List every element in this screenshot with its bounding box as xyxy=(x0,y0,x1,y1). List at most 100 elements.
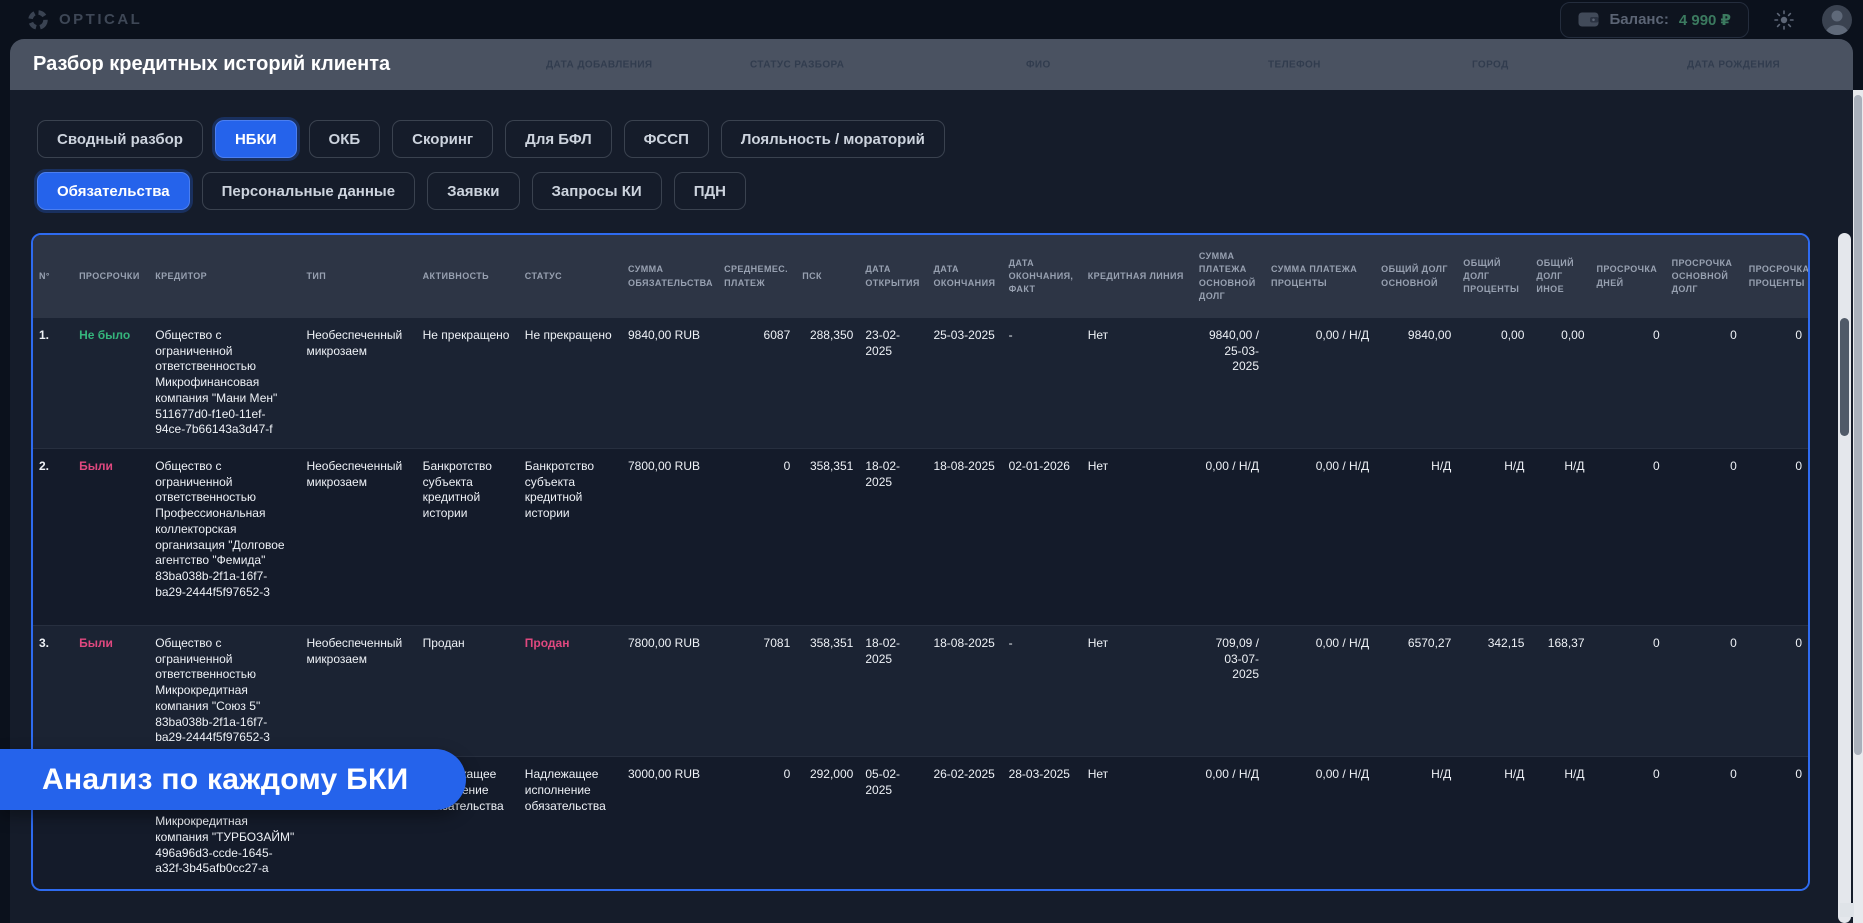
table-cell: 0 xyxy=(1590,625,1666,757)
table-cell: 05-02-2025 xyxy=(859,756,928,889)
meta-column-label: ДАТА ДОБАВЛЕНИЯ xyxy=(546,59,653,70)
tab-skoring[interactable]: Скоринг xyxy=(392,120,494,158)
table-row[interactable]: 2. Были Общество с ограниченной ответствен… xyxy=(33,448,1808,626)
wallet-icon xyxy=(1578,11,1599,28)
tab-zaprosy-ki[interactable]: Запросы КИ xyxy=(531,172,662,210)
table-row[interactable]: 1. Не было Общество с ограниченной ответст… xyxy=(33,318,1808,449)
page-scrollbar-track[interactable] xyxy=(1853,90,1863,923)
table-cell: 358,351 xyxy=(796,625,860,757)
table-cell: Н/Д xyxy=(1530,756,1591,889)
topbar-right: Баланс: 4 990 ₽ xyxy=(1560,1,1852,38)
column-header: ДАТА ОТКРЫТИЯ xyxy=(859,235,928,318)
table-cell: Необеспеченный микрозаем xyxy=(300,448,417,626)
sun-icon[interactable] xyxy=(1774,9,1794,30)
panel-scrollbar-thumb[interactable] xyxy=(1840,318,1849,436)
table-cell: Надлежащее исполнение обязательства xyxy=(518,756,622,889)
brand: OPTICAL xyxy=(27,9,142,31)
annotation-banner: Анализ по каждому БКИ xyxy=(0,749,466,810)
balance-label: Баланс: xyxy=(1609,11,1669,28)
tab-pdn[interactable]: ПДН xyxy=(673,172,747,210)
table-cell: 288,350 xyxy=(809,328,854,342)
table-cell: 9840,00 xyxy=(1407,328,1452,342)
table-cell: Н/Д xyxy=(1457,448,1531,626)
table-header-row: N° ПРОСРОЧКИ КРЕДИТОР ТИП АКТИВНОСТЬ СТАТУС СУ… xyxy=(33,235,1808,318)
table-cell: Не прекращено xyxy=(422,328,510,342)
table-cell: 0,00 / Н/Д xyxy=(1315,328,1370,342)
column-header: ПРОСРОЧКА ОСНОВНОЙ ДОЛГ xyxy=(1665,235,1743,318)
table-cell: 2. xyxy=(33,448,74,626)
table-cell: 26-02-2025 xyxy=(927,756,1003,889)
column-header: ДАТА ОКОНЧАНИЯ, ФАКТ xyxy=(1002,235,1082,318)
table-cell: 6570,27 xyxy=(1375,625,1458,757)
table-cell: Продан xyxy=(518,625,622,757)
column-header: КРЕДИТОР xyxy=(149,235,301,318)
table-cell: 0 xyxy=(1652,328,1660,342)
secondary-tabs: Обязательства Персональные данные Заявки За… xyxy=(37,172,747,210)
column-header: СУММА ПЛАТЕЖА ПРОЦЕНТЫ xyxy=(1265,235,1376,318)
table-cell: 3000,00 RUB xyxy=(621,756,719,889)
table-cell: Нет xyxy=(1081,756,1193,889)
table-cell: Не было xyxy=(79,328,131,342)
panel-scrollbar-track[interactable] xyxy=(1838,233,1851,923)
tab-fssp[interactable]: ФССП xyxy=(623,120,709,158)
table-cell: - xyxy=(1008,328,1013,342)
column-header: ПРОСРОЧКА ПРОЦЕНТЫ xyxy=(1742,235,1808,318)
column-header: ДАТА ОКОНЧАНИЯ xyxy=(927,235,1003,318)
tab-zayavki[interactable]: Заявки xyxy=(427,172,520,210)
table-cell: Были xyxy=(73,625,150,757)
tab-svodny-razbor[interactable]: Сводный разбор xyxy=(37,120,203,158)
tab-loyalnost-moratoriy[interactable]: Лояльность / мораторий xyxy=(720,120,945,158)
table-cell: 18-02-2025 xyxy=(859,625,928,757)
table-row[interactable]: 3. Были Общество с ограниченной ответствен… xyxy=(33,625,1808,757)
tab-dlya-bfl[interactable]: Для БФЛ xyxy=(505,120,612,158)
scrollbar-corner xyxy=(1840,903,1854,917)
tab-obyazatelstva[interactable]: Обязательства xyxy=(37,172,190,210)
table-cell: Нет xyxy=(1081,625,1193,757)
table-cell: Н/Д xyxy=(1457,756,1531,889)
table-cell: 7081 xyxy=(718,625,797,757)
panel-header: Разбор кредитных историй клиента ДАТА ДО… xyxy=(10,39,1853,90)
balance-value: 4 990 ₽ xyxy=(1678,11,1731,29)
table-cell: 342,15 xyxy=(1457,625,1531,757)
table-cell: 0,00 / Н/Д xyxy=(1192,756,1265,889)
table-cell: Нет xyxy=(1081,448,1193,626)
table-cell: 3. xyxy=(33,625,74,757)
column-header: ОБЩИЙ ДОЛГ ИНОЕ xyxy=(1530,235,1591,318)
table-cell: 358,351 xyxy=(796,448,860,626)
table-cell: 709,09 / 03-07-2025 xyxy=(1192,625,1265,757)
column-header: СТАТУС xyxy=(518,235,622,318)
table-cell: 1. xyxy=(39,328,50,342)
page-scrollbar-thumb[interactable] xyxy=(1854,95,1862,755)
table-cell: 9840,00 / 25-03-2025 xyxy=(1208,328,1259,374)
user-avatar[interactable] xyxy=(1822,4,1852,35)
swirl-logo-icon xyxy=(27,9,49,31)
table-cell: 0 xyxy=(1730,328,1737,342)
table-cell: 9840,00 RUB xyxy=(627,328,701,342)
table-cell: 0,00 xyxy=(1501,328,1525,342)
table-cell: 23-02-2025 xyxy=(865,328,901,358)
balance-chip[interactable]: Баланс: 4 990 ₽ xyxy=(1560,1,1749,38)
tab-personalnye-dannye[interactable]: Персональные данные xyxy=(201,172,416,210)
meta-column-label: ГОРОД xyxy=(1472,59,1509,70)
table-cell: 0,00 / Н/Д xyxy=(1265,756,1376,889)
table-cell: 02-01-2026 xyxy=(1002,448,1082,626)
table-cell: 18-02-2025 xyxy=(859,448,928,626)
table-cell: 0 xyxy=(1665,625,1743,757)
table-cell: Нет xyxy=(1087,328,1109,342)
table-cell: Общество с ограниченной ответственностью… xyxy=(149,448,301,626)
table-cell: 0,00 xyxy=(1561,328,1585,342)
column-header: СУММА ПЛАТЕЖА ОСНОВНОЙ ДОЛГ xyxy=(1192,235,1265,318)
table-cell: Н/Д xyxy=(1375,448,1458,626)
table-cell: 0 xyxy=(1795,328,1802,342)
tab-nbki[interactable]: НБКИ xyxy=(214,120,297,158)
table-cell: Необеспеченный микрозаем xyxy=(306,328,403,358)
page-title: Разбор кредитных историй клиента xyxy=(33,53,391,75)
table-cell: 0 xyxy=(1742,448,1808,626)
table-cell: 6087 xyxy=(763,328,791,342)
table-cell: 0 xyxy=(1742,625,1808,757)
table-cell: Банкротство субъекта кредитной истории xyxy=(416,448,519,626)
table-cell: 0 xyxy=(1590,756,1666,889)
tab-okb[interactable]: ОКБ xyxy=(308,120,381,158)
table-cell: 0,00 / Н/Д xyxy=(1265,625,1376,757)
annotation-banner-label: Анализ по каждому БКИ xyxy=(42,762,409,796)
